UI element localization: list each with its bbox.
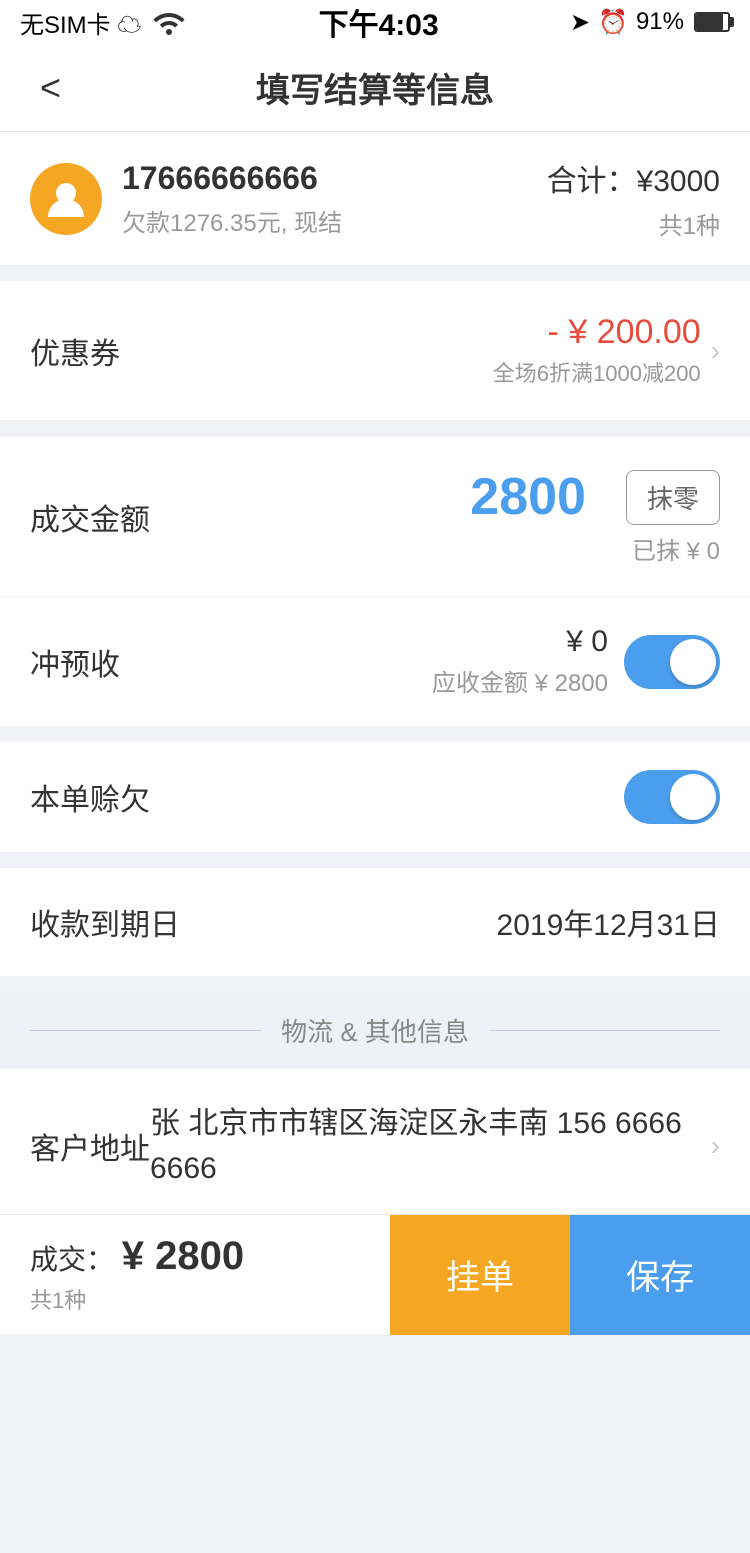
coupon-right: - ¥ 200.00 全场6折满1000减200 (493, 313, 701, 388)
divider-2 (0, 726, 750, 742)
debt-row: 本单赊欠 (0, 742, 750, 852)
bottom-deal-amount: ¥ 2800 (122, 1234, 244, 1278)
avatar (30, 163, 102, 235)
debt-toggle[interactable] (624, 770, 720, 824)
status-bar-left: 无SIM卡 ☁ (20, 5, 187, 40)
prepay-row: 冲预收 ¥ 0 应收金额 ¥ 2800 (0, 596, 750, 726)
deal-amount-label: 成交金额 (30, 495, 470, 539)
bottom-count: 共1种 (30, 1283, 360, 1315)
due-date-row: 收款到期日 2019年12月31日 (0, 868, 750, 976)
battery-level: 91% (636, 8, 684, 36)
coupon-discount: - ¥ 200.00 (493, 313, 701, 352)
nav-bar: < 填写结算等信息 (0, 44, 750, 132)
prepay-toggle[interactable] (624, 635, 720, 689)
content-area: 17666666666 欠款1276.35元, 现结 合计：¥3000 共1种 … (0, 132, 750, 1553)
battery-icon (694, 12, 730, 32)
alarm-icon: ⏰ (598, 8, 628, 37)
bottom-deal-label: 成交： (30, 1244, 114, 1275)
status-bar: 无SIM卡 ☁ 下午4:03 ➤ ⏰ 91% (0, 0, 750, 44)
logistics-section-header: 物流 & 其他信息 (0, 992, 750, 1069)
bottom-bar: 成交： ¥ 2800 共1种 挂单 保存 (0, 1214, 750, 1334)
section-line-right (489, 1030, 720, 1031)
save-button[interactable]: 保存 (570, 1215, 750, 1335)
address-label: 客户地址 (30, 1124, 150, 1168)
hang-button[interactable]: 挂单 (390, 1215, 570, 1335)
total-count: 共1种 (547, 206, 720, 241)
deal-amount-value: 2800 (470, 467, 586, 527)
coupon-row[interactable]: 优惠券 - ¥ 200.00 全场6折满1000减200 › (0, 281, 750, 421)
deal-amount-sub: 已抹 ¥ 0 (470, 531, 720, 566)
divider-1 (0, 421, 750, 437)
deal-amount-row: 成交金额 2800 抹零 已抹 ¥ 0 (0, 437, 750, 596)
location-icon: ➤ (570, 8, 590, 37)
divider-3 (0, 852, 750, 868)
address-chevron-icon: › (711, 1130, 720, 1162)
prepay-value: ¥ 0 (432, 625, 608, 659)
due-date-value: 2019年12月31日 (497, 900, 720, 944)
page-title: 填写结算等信息 (256, 63, 494, 112)
deal-amount-group: 2800 抹零 已抹 ¥ 0 (470, 467, 720, 566)
section-line-left (30, 1030, 261, 1031)
prepay-right: ¥ 0 应收金额 ¥ 2800 (432, 625, 608, 698)
wifi-icon (151, 9, 187, 35)
coupon-desc: 全场6折满1000减200 (493, 356, 701, 388)
user-icon (44, 177, 88, 221)
bottom-summary: 成交： ¥ 2800 共1种 (0, 1234, 390, 1315)
address-value: 张 北京市市辖区海淀区永丰南 156 6666 6666 (150, 1101, 701, 1191)
back-button[interactable]: < (30, 57, 71, 119)
customer-total: 合计：¥3000 共1种 (547, 156, 720, 241)
customer-debt: 欠款1276.35元, 现结 (122, 203, 547, 238)
coupon-chevron-icon: › (711, 335, 720, 367)
status-bar-right: ➤ ⏰ 91% (570, 8, 730, 37)
round-zero-button[interactable]: 抹零 (626, 470, 720, 525)
bottom-deal-row: 成交： ¥ 2800 (30, 1234, 360, 1279)
customer-info: 17666666666 欠款1276.35元, 现结 (122, 160, 547, 238)
sim-label: 无SIM卡 ☁ (20, 5, 141, 40)
status-bar-time: 下午4:03 (319, 0, 439, 44)
debt-label: 本单赊欠 (30, 775, 624, 819)
logistics-label: 物流 & 其他信息 (261, 1012, 489, 1049)
prepay-sub: 应收金额 ¥ 2800 (432, 663, 608, 698)
total-amount: 合计：¥3000 (547, 156, 720, 200)
divider-4 (0, 976, 750, 992)
due-date-label: 收款到期日 (30, 900, 497, 944)
coupon-label: 优惠券 (30, 329, 493, 373)
customer-row: 17666666666 欠款1276.35元, 现结 合计：¥3000 共1种 (0, 132, 750, 265)
prepay-label: 冲预收 (30, 640, 432, 684)
address-row[interactable]: 客户地址 张 北京市市辖区海淀区永丰南 156 6666 6666 › (0, 1069, 750, 1223)
customer-phone: 17666666666 (122, 160, 547, 197)
